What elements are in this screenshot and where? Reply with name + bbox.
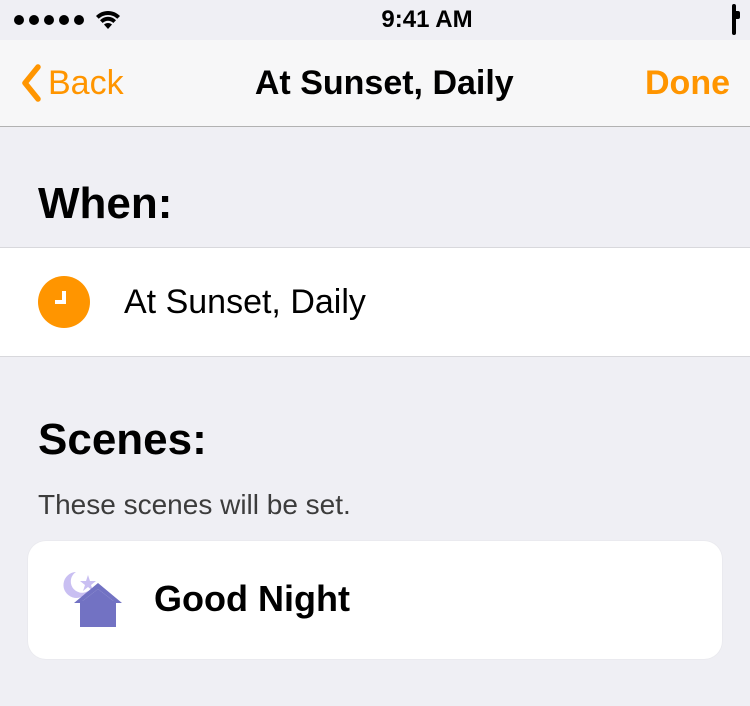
- wifi-icon: [94, 9, 122, 31]
- status-left: [14, 9, 122, 31]
- when-section: When: At Sunset, Daily: [0, 127, 750, 357]
- battery-icon: [732, 4, 736, 35]
- scenes-header: Scenes:: [0, 357, 750, 483]
- status-right: [732, 6, 736, 34]
- scenes-sub: These scenes will be set.: [0, 483, 750, 541]
- back-label: Back: [48, 64, 124, 103]
- done-button[interactable]: Done: [645, 64, 730, 103]
- clock-icon: [38, 276, 90, 328]
- when-header: When:: [0, 127, 750, 247]
- status-bar: 9:41 AM: [0, 0, 750, 40]
- when-row[interactable]: At Sunset, Daily: [0, 247, 750, 357]
- moon-house-icon: [58, 569, 126, 629]
- chevron-left-icon: [20, 64, 42, 102]
- page-title: At Sunset, Daily: [255, 64, 514, 103]
- signal-dots-icon: [14, 15, 84, 25]
- nav-bar: Back At Sunset, Daily Done: [0, 40, 750, 127]
- back-button[interactable]: Back: [20, 64, 124, 103]
- when-row-label: At Sunset, Daily: [124, 283, 366, 322]
- status-time: 9:41 AM: [381, 6, 472, 34]
- scene-label: Good Night: [154, 578, 350, 620]
- scene-card[interactable]: Good Night: [28, 541, 722, 659]
- scenes-section: Scenes: These scenes will be set. Good N…: [0, 357, 750, 659]
